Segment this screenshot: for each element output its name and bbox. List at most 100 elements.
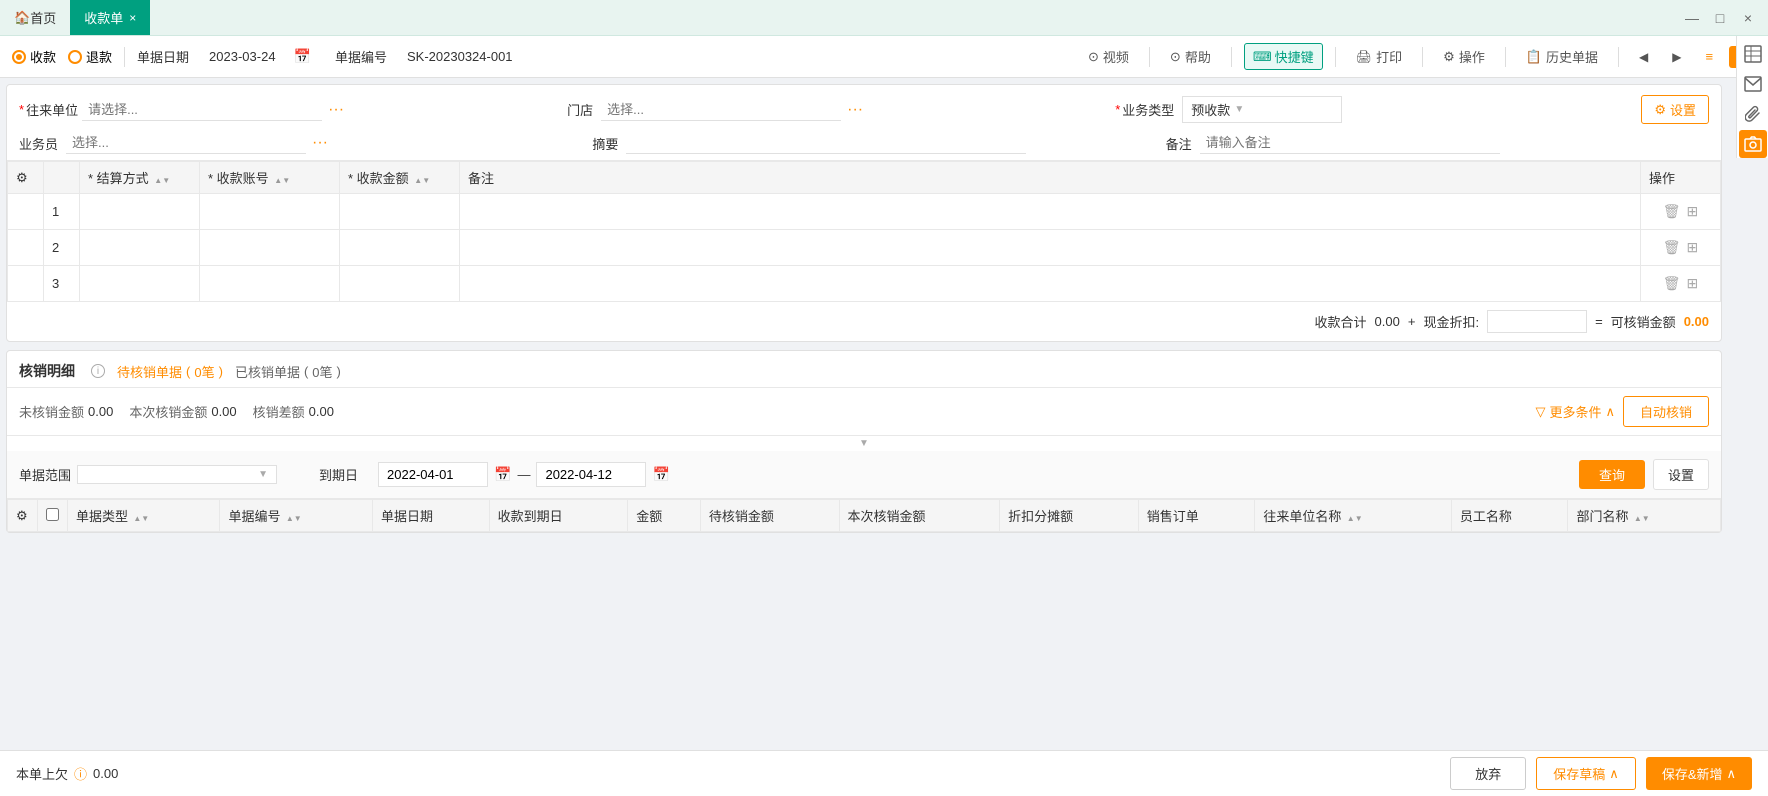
- bottom-info-icon[interactable]: ⓘ: [74, 764, 87, 783]
- tab-pending[interactable]: 待核销单据 ( 0笔 ): [117, 362, 223, 381]
- operation-button[interactable]: ⚙ 操作: [1435, 43, 1493, 70]
- staff-more-icon[interactable]: ···: [306, 134, 334, 152]
- remark-input[interactable]: [1200, 132, 1500, 154]
- date-separator: —: [517, 467, 530, 482]
- verify-info-icon[interactable]: i: [91, 364, 105, 378]
- nav-prev-button[interactable]: ◀: [1631, 46, 1656, 68]
- summary-input[interactable]: [626, 132, 1026, 154]
- row1-account[interactable]: [200, 194, 340, 230]
- biztype-dropdown-arrow: ▼: [1234, 104, 1244, 115]
- row1-amount[interactable]: [340, 194, 460, 230]
- counterpart-input[interactable]: [82, 99, 322, 121]
- save-draft-arrow[interactable]: ∧: [1609, 766, 1619, 782]
- tab-pending-count: 0笔: [194, 362, 214, 381]
- verify-section-header: 核销明细 i 待核销单据 ( 0笔 ) 已核销单据 ( 0笔 ): [7, 351, 1721, 388]
- row3-delete-icon[interactable]: 🗑: [1663, 275, 1681, 292]
- window-minimize-button[interactable]: —: [1680, 6, 1704, 30]
- row3-remark[interactable]: [460, 266, 1641, 302]
- tab-close-icon[interactable]: ×: [129, 11, 136, 25]
- tab-done-badge-open: (: [304, 364, 308, 379]
- row1-method[interactable]: [80, 194, 200, 230]
- tab-receipt[interactable]: 收款单 ×: [70, 0, 150, 35]
- staff-input[interactable]: [66, 132, 306, 154]
- filter-row: 单据范围 ▼ 到期日 📅 — 📅 查询 设置: [7, 451, 1721, 499]
- radio-refund[interactable]: 退款: [68, 47, 112, 66]
- verify-title: 核销明细: [19, 361, 75, 381]
- sidebar-email-button[interactable]: [1739, 70, 1767, 98]
- radio-receipt[interactable]: 收款: [12, 47, 56, 66]
- save-draft-button[interactable]: 保存草稿 ∧: [1536, 757, 1636, 790]
- tab-done-badge-close: ): [337, 364, 341, 379]
- discount-input[interactable]: [1487, 310, 1587, 333]
- row3-method[interactable]: [80, 266, 200, 302]
- from-calendar-icon[interactable]: 📅: [494, 466, 511, 483]
- form-settings-button[interactable]: ⚙ 设置: [1641, 95, 1709, 124]
- help-button[interactable]: ⊙ 帮助: [1162, 43, 1219, 70]
- filter-collapse-arrow[interactable]: ▼: [7, 436, 1721, 451]
- col-account-header: * 收款账号 ▲▼: [200, 162, 340, 194]
- auto-cancel-button[interactable]: 自动核销: [1623, 396, 1709, 427]
- tab-done-count: 0笔: [312, 362, 332, 381]
- col-amount-label: * 收款金额: [348, 171, 409, 186]
- row1-remark[interactable]: [460, 194, 1641, 230]
- save-new-button[interactable]: 保存&新增 ∧: [1646, 757, 1752, 790]
- save-new-arrow[interactable]: ∧: [1726, 766, 1736, 782]
- row3-amount[interactable]: [340, 266, 460, 302]
- row2-num: 2: [44, 230, 80, 266]
- row2-amount[interactable]: [340, 230, 460, 266]
- video-button[interactable]: ⊙ 视频: [1080, 43, 1137, 70]
- row1-delete-icon[interactable]: 🗑: [1663, 203, 1681, 220]
- verify-table: ⚙ 单据类型 ▲▼ 单据编号 ▲▼: [7, 499, 1721, 532]
- nav-next-button[interactable]: ▶: [1664, 46, 1689, 68]
- col-settings-header[interactable]: ⚙: [8, 162, 44, 194]
- range-select[interactable]: ▼: [77, 465, 277, 484]
- row3-copy-icon[interactable]: ⊞: [1687, 275, 1699, 292]
- window-maximize-button[interactable]: □: [1708, 6, 1732, 30]
- divider-1: [124, 47, 125, 67]
- to-date-input[interactable]: [536, 462, 646, 487]
- select-all-checkbox[interactable]: [46, 508, 59, 521]
- row3-action: 🗑 ⊞: [1641, 266, 1721, 302]
- col-method-header: * 结算方式 ▲▼: [80, 162, 200, 194]
- more-conditions-arrow: ∧: [1605, 404, 1615, 420]
- row2-settings: [8, 230, 44, 266]
- to-calendar-icon[interactable]: 📅: [652, 466, 669, 483]
- window-close-button[interactable]: ×: [1736, 6, 1760, 30]
- shortcut-button[interactable]: ⌨ 快捷键: [1244, 43, 1323, 70]
- abandon-button[interactable]: 放弃: [1450, 757, 1526, 790]
- more-conditions-button[interactable]: ▽ 更多条件 ∧: [1535, 402, 1615, 421]
- biztype-value: 预收款: [1191, 100, 1230, 119]
- sort-dept-icon: ▲▼: [1634, 514, 1650, 523]
- tab-home-label: 首页: [30, 8, 56, 27]
- video-label: 视频: [1103, 47, 1129, 66]
- col-check-settings[interactable]: ⚙: [16, 508, 28, 523]
- row1-copy-icon[interactable]: ⊞: [1687, 203, 1699, 220]
- history-button[interactable]: 📋 历史单据: [1518, 43, 1606, 70]
- row1-settings: [8, 194, 44, 230]
- counterpart-more-icon[interactable]: ···: [322, 101, 350, 119]
- sidebar-attachment-button[interactable]: [1739, 100, 1767, 128]
- calendar-icon[interactable]: 📅: [294, 48, 311, 65]
- print-button[interactable]: 🖨 打印: [1348, 43, 1411, 70]
- tab-home[interactable]: 🏠 首页: [0, 0, 70, 35]
- row2-remark[interactable]: [460, 230, 1641, 266]
- layout-list-button[interactable]: ≡: [1698, 45, 1722, 68]
- row2-delete-icon[interactable]: 🗑: [1663, 239, 1681, 256]
- shop-more-icon[interactable]: ···: [841, 101, 869, 119]
- shop-input[interactable]: [601, 99, 841, 121]
- row2-account[interactable]: [200, 230, 340, 266]
- divider-4: [1335, 47, 1336, 67]
- sidebar-table-button[interactable]: [1739, 40, 1767, 68]
- biztype-select[interactable]: 预收款 ▼: [1182, 96, 1342, 123]
- sidebar-camera-button[interactable]: [1739, 130, 1767, 158]
- row2-copy-icon[interactable]: ⊞: [1687, 239, 1699, 256]
- filter-settings-button[interactable]: 设置: [1653, 459, 1709, 490]
- query-button[interactable]: 查询: [1579, 460, 1645, 489]
- unchecked-label: 未核销金额: [19, 402, 84, 421]
- row2-method[interactable]: [80, 230, 200, 266]
- from-date-input[interactable]: [378, 462, 488, 487]
- row3-account[interactable]: [200, 266, 340, 302]
- tab-done[interactable]: 已核销单据 ( 0笔 ): [235, 362, 341, 381]
- col-docdate-label: 单据日期: [381, 509, 433, 524]
- keyboard-icon: ⌨: [1253, 49, 1272, 65]
